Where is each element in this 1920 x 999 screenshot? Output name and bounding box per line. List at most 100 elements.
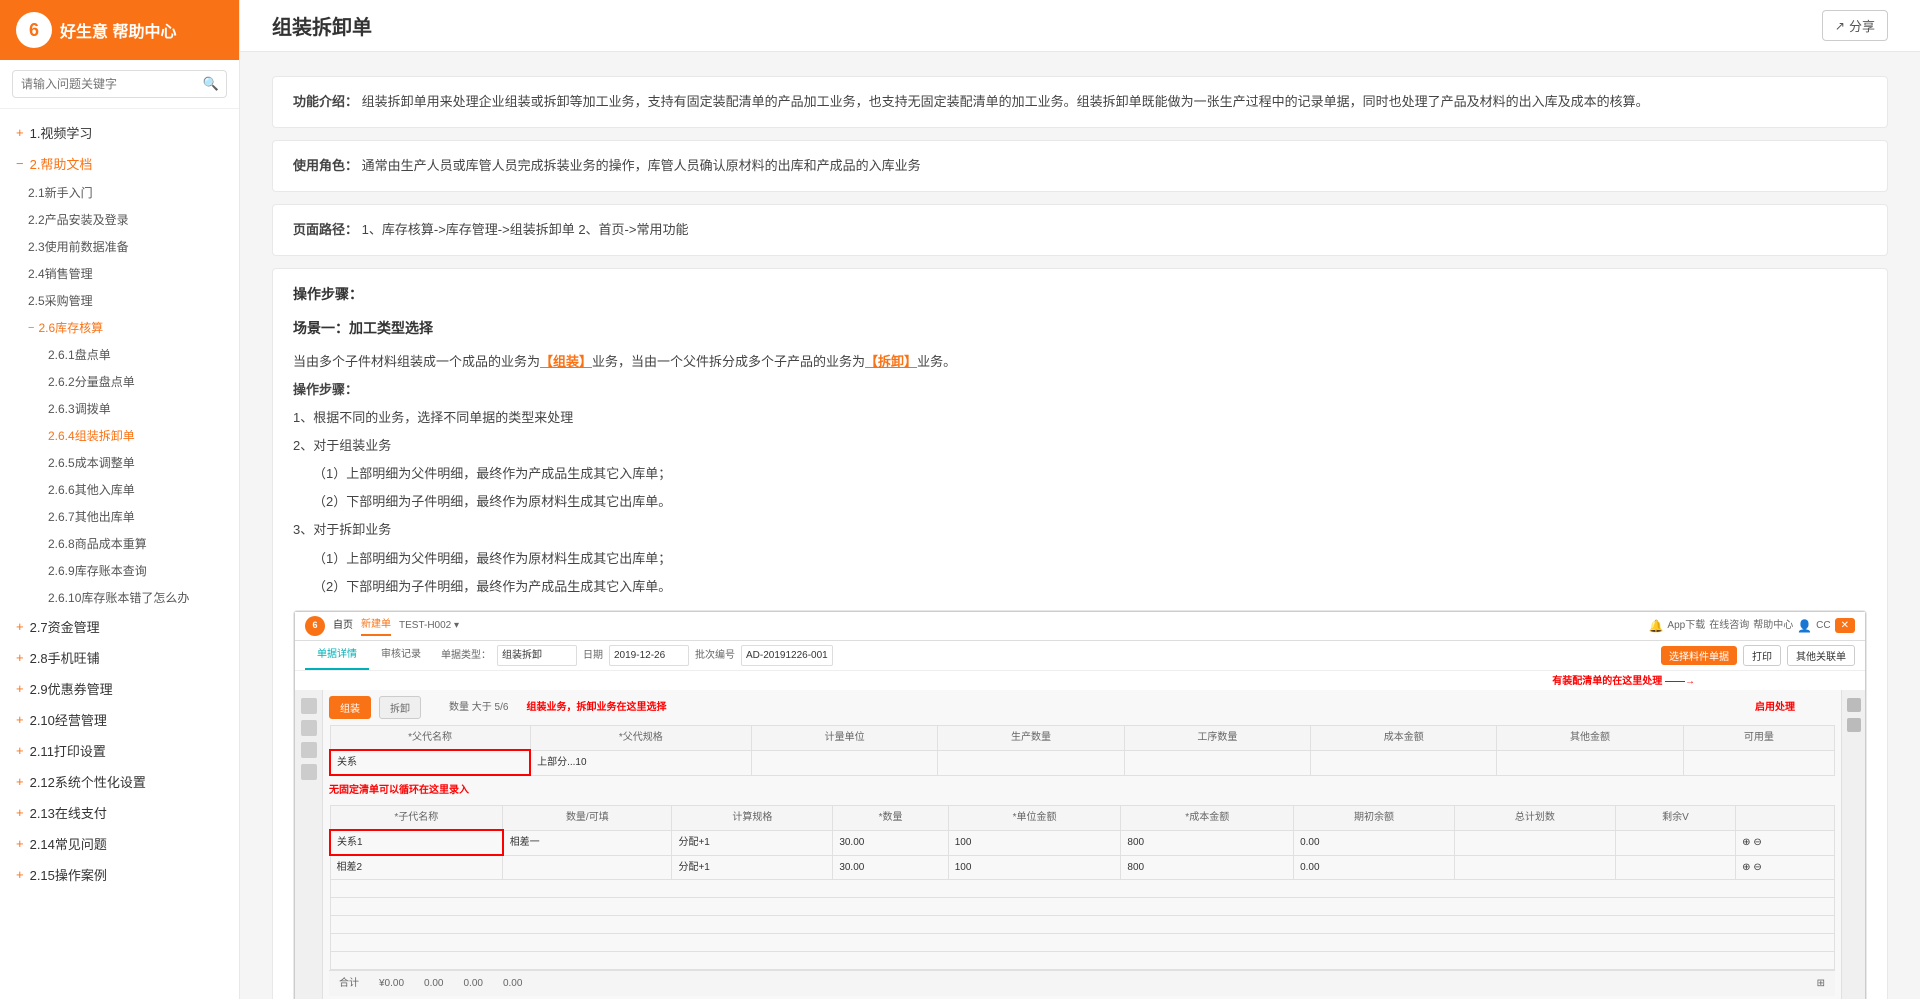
sim-bom-btn[interactable]: 选择料件单据 bbox=[1661, 646, 1737, 665]
sim-disassemble-btn[interactable]: 拆卸 bbox=[379, 696, 421, 719]
sidebar-item-faq[interactable]: + 2.14常见问题 bbox=[0, 828, 239, 859]
nav-label: 2.6.2分量盘点单 bbox=[48, 373, 135, 390]
sidebar-item-label: 2.13在线支付 bbox=[30, 803, 107, 822]
sidebar-item-install[interactable]: 2.2产品安装及登录 bbox=[28, 206, 239, 233]
sidebar-item-transfer[interactable]: 2.6.3调拨单 bbox=[48, 395, 239, 422]
sim-annotation-bom: 有装配清单的在这里处理 ——→ bbox=[305, 673, 1855, 690]
helpdoc-subnav: 2.1新手入门 2.2产品安装及登录 2.3使用前数据准备 2.4销售管理 2.… bbox=[0, 179, 239, 611]
sim-enable-annotation: 启用处理 bbox=[1755, 699, 1835, 716]
nav-label: 2.4销售管理 bbox=[28, 265, 93, 282]
share-button[interactable]: ↗ 分享 bbox=[1822, 10, 1888, 41]
nav-label: 2.5采购管理 bbox=[28, 292, 93, 309]
sidebar-item-ops[interactable]: + 2.10经营管理 bbox=[0, 704, 239, 735]
sidebar-header: 6 好生意 帮助中心 bbox=[0, 0, 239, 60]
sim-icon4 bbox=[301, 764, 317, 780]
expand-icon: + bbox=[16, 125, 24, 140]
sim-field-batchno-label: 批次编号 bbox=[695, 647, 735, 664]
sidebar-item-cost-adj[interactable]: 2.6.5成本调整单 bbox=[48, 449, 239, 476]
sim-lower-r2-td-10: ⊕ ⊖ bbox=[1736, 855, 1835, 880]
sim-lower-th-action bbox=[1736, 806, 1835, 831]
sim-close-btn[interactable]: ✕ bbox=[1835, 618, 1855, 633]
sidebar: 6 好生意 帮助中心 🔍 + 1.视频学习 − 2.帮助文档 2.1新手入门 2… bbox=[0, 0, 240, 999]
sim-annotation-row: 有装配清单的在这里处理 ——→ bbox=[295, 671, 1865, 690]
sim-type-annotation: 组装业务，拆卸业务在这里选择 bbox=[526, 699, 666, 716]
sim-left-panel bbox=[295, 690, 323, 999]
sim-upper-th-3: 计量单位 bbox=[752, 726, 938, 751]
sidebar-item-other-out[interactable]: 2.6.7其他出库单 bbox=[48, 503, 239, 530]
sidebar-item-payment[interactable]: + 2.13在线支付 bbox=[0, 797, 239, 828]
sim-type-row: 组装 拆卸 数量 大于 5/6 组装业务，拆卸业务在这里选择 启用处理 bbox=[329, 696, 1835, 719]
share-icon: ↗ bbox=[1835, 19, 1845, 33]
sidebar-item-newbie[interactable]: 2.1新手入门 bbox=[28, 179, 239, 206]
disassemble-keyword: 【拆卸】 bbox=[865, 354, 917, 369]
table-row bbox=[330, 898, 1835, 916]
sim-icon-bell: 🔔 bbox=[1648, 616, 1663, 636]
sim-right-panel bbox=[1841, 690, 1865, 999]
search-input[interactable] bbox=[12, 70, 227, 98]
sim-footer-val4: 0.00 bbox=[503, 975, 522, 992]
sidebar-item-other-in[interactable]: 2.6.6其他入库单 bbox=[48, 476, 239, 503]
sidebar-item-assembly[interactable]: 2.6.4组装拆卸单 bbox=[48, 422, 239, 449]
sim-upper-td-cost bbox=[1311, 750, 1497, 775]
sim-tab-audit[interactable]: 审核记录 bbox=[369, 641, 433, 670]
sim-upper-td-spec: 上部分...10 bbox=[530, 750, 751, 775]
sim-lower-th-init: 期初余额 bbox=[1294, 806, 1455, 831]
sidebar-item-label: 2.8手机旺铺 bbox=[30, 648, 100, 667]
ops-title: 操作步骤： bbox=[293, 283, 1867, 307]
sidebar-item-print[interactable]: + 2.11打印设置 bbox=[0, 735, 239, 766]
sidebar-item-cost-recalc[interactable]: 2.6.8商品成本重算 bbox=[48, 530, 239, 557]
sim-lower-r2-td-5: 100 bbox=[948, 855, 1121, 880]
sidebar-item-purchase[interactable]: 2.5采购管理 bbox=[28, 287, 239, 314]
sim-tab-detail[interactable]: 单据详情 bbox=[305, 641, 369, 670]
sim-print-btn[interactable]: 打印 bbox=[1743, 645, 1781, 666]
sidebar-item-mobile[interactable]: + 2.8手机旺铺 bbox=[0, 642, 239, 673]
sidebar-item-partial-stocktake[interactable]: 2.6.2分量盘点单 bbox=[48, 368, 239, 395]
sidebar-item-inventory[interactable]: − 2.6库存核算 bbox=[28, 314, 239, 341]
role-block: 使用角色： 通常由生产人员或库管人员完成拆装业务的操作，库管人员确认原材料的出库… bbox=[272, 140, 1888, 192]
sim-lower-td-6: 800 bbox=[1121, 830, 1294, 855]
sim-lower-th-qty: *数量 bbox=[833, 806, 948, 831]
step3-2: （2）下部明细为子件明细，最终作为产成品生成其它入库单。 bbox=[293, 576, 1867, 598]
sim-screen: 6 自页 新建单 TEST-H002 ▾ 🔔 App下载 在线咨询 帮助中心 👤… bbox=[294, 611, 1866, 999]
sidebar-item-sales[interactable]: 2.4销售管理 bbox=[28, 260, 239, 287]
step2: 2、对于组装业务 bbox=[293, 435, 1867, 457]
sim-lower-td-8 bbox=[1454, 830, 1615, 855]
sim-lower-td-10: ⊕ ⊖ bbox=[1736, 830, 1835, 855]
sim-related-btn[interactable]: 其他关联单 bbox=[1787, 645, 1855, 666]
expand-icon: + bbox=[16, 712, 24, 727]
expand-icon: + bbox=[16, 867, 24, 882]
sim-nav-home: 自页 bbox=[333, 617, 353, 634]
sim-icon-app: App下载 bbox=[1667, 617, 1705, 634]
scene1-desc-text: 当由多个子件材料组装成一个成品的业务为 bbox=[293, 354, 540, 369]
expand-icon: + bbox=[16, 836, 24, 851]
role-text: 通常由生产人员或库管人员完成拆装业务的操作，库管人员确认原材料的出库和产成品的入… bbox=[362, 158, 921, 173]
sim-lower-th-name: *子代名称 bbox=[330, 806, 503, 831]
search-box: 🔍 bbox=[0, 60, 239, 109]
logo-icon: 6 bbox=[16, 12, 52, 48]
sidebar-item-dataprep[interactable]: 2.3使用前数据准备 bbox=[28, 233, 239, 260]
sim-lower-td-1: 关系1 bbox=[330, 830, 503, 855]
sim-lower-header-row: *子代名称 数量/可填 计算规格 *数量 *单位金额 *成本金额 期初余额 总计… bbox=[330, 806, 1835, 831]
sidebar-item-helpdoc[interactable]: − 2.帮助文档 bbox=[0, 148, 239, 179]
nav-label: 2.6.7其他出库单 bbox=[48, 508, 135, 525]
sidebar-item-finance[interactable]: + 2.7资金管理 bbox=[0, 611, 239, 642]
sim-upper-th-6: 成本金额 bbox=[1311, 726, 1497, 751]
role-label: 使用角色： bbox=[293, 158, 358, 173]
sidebar-item-label: 2.帮助文档 bbox=[30, 154, 93, 173]
table-row bbox=[330, 952, 1835, 970]
sim-assemble-btn[interactable]: 组装 bbox=[329, 696, 371, 719]
sidebar-item-stocktake[interactable]: 2.6.1盘点单 bbox=[48, 341, 239, 368]
sidebar-item-personalize[interactable]: + 2.12系统个性化设置 bbox=[0, 766, 239, 797]
sidebar-item-inventory-ledger[interactable]: 2.6.9库存账本查询 bbox=[48, 557, 239, 584]
sim-qty-label: 数量 大于 5/6 bbox=[449, 699, 508, 716]
sim-tabs: 单据详情 审核记录 bbox=[305, 641, 433, 670]
sim-lower-td-3: 分配+1 bbox=[672, 830, 833, 855]
step2-1: （1）上部明细为父件明细，最终作为产成品生成其它入库单； bbox=[293, 463, 1867, 485]
ops-block: 操作步骤： 场景一：加工类型选择 当由多个子件材料组装成一个成品的业务为【组装】… bbox=[272, 268, 1888, 999]
sidebar-item-ledger-error[interactable]: 2.6.10库存账本错了怎么办 bbox=[48, 584, 239, 611]
sidebar-item-video[interactable]: + 1.视频学习 bbox=[0, 117, 239, 148]
sidebar-item-coupon[interactable]: + 2.9优惠券管理 bbox=[0, 673, 239, 704]
path-text: 1、库存核算->库存管理->组装拆卸单 2、首页->常用功能 bbox=[362, 222, 689, 237]
sidebar-item-cases[interactable]: + 2.15操作案例 bbox=[0, 859, 239, 890]
sidebar-item-label: 2.9优惠券管理 bbox=[30, 679, 113, 698]
